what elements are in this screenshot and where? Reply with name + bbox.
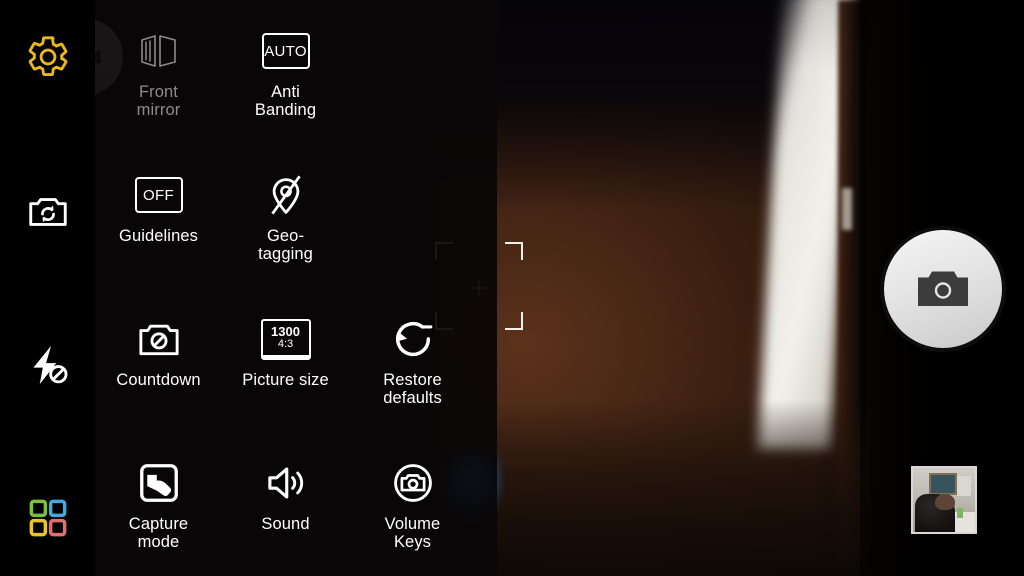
thumbnail-cup	[957, 508, 963, 518]
sound-glyph	[263, 458, 309, 508]
setting-capture-mode[interactable]: Capture mode	[95, 436, 222, 552]
shutter-button[interactable]	[884, 230, 1002, 348]
countdown-off-icon	[138, 324, 179, 356]
label-line-2: mirror	[136, 101, 181, 120]
settings-row-1: Front mirror AUTO Anti Banding	[95, 0, 497, 144]
gear-icon	[28, 36, 68, 77]
label-line-1: Front	[138, 83, 178, 101]
speaker-icon	[267, 467, 303, 499]
setting-label: Countdown	[116, 371, 200, 389]
label-line-1: Volume	[384, 515, 441, 533]
label-line-2: tagging	[258, 245, 313, 264]
gallery-thumbnail-button[interactable]	[911, 466, 977, 534]
geotag-off-icon	[270, 175, 301, 215]
setting-label: Front mirror	[137, 83, 181, 120]
off-box-icon: OFF	[134, 177, 183, 213]
setting-restore-defaults[interactable]: Restore defaults	[349, 292, 476, 408]
restore-defaults-glyph	[390, 314, 436, 364]
picture-size-glyph: 1300 4:3	[260, 314, 311, 364]
front-mirror-glyph	[135, 26, 183, 76]
picture-size-value: 1300	[271, 324, 300, 339]
settings-panel: Front mirror AUTO Anti Banding OFF Guide…	[95, 0, 497, 576]
setting-label: Restore defaults	[383, 371, 442, 408]
camera-icon	[918, 271, 968, 306]
label-line-1: Picture size	[242, 371, 329, 389]
setting-geo-tagging[interactable]: Geo- tagging	[222, 148, 349, 264]
label-line-2: mode	[137, 533, 180, 552]
setting-volume-keys[interactable]: Volume Keys	[349, 436, 476, 552]
anti-banding-glyph: AUTO	[261, 26, 310, 76]
thumbnail-second-screen	[957, 476, 971, 496]
picture-size-ratio: 4:3	[277, 338, 294, 350]
label-line-1: Sound	[261, 515, 310, 533]
label-line-2: Keys	[393, 533, 432, 552]
setting-picture-size[interactable]: 1300 4:3 Picture size	[222, 292, 349, 389]
settings-row-4: Capture mode Sound Volume Keys	[95, 432, 497, 576]
settings-row-3: Countdown 1300 4:3 Picture size Restore …	[95, 288, 497, 432]
modes-button[interactable]	[12, 482, 84, 554]
left-toolbar	[0, 0, 95, 576]
settings-row-2: OFF Guidelines Geo- tagging	[95, 144, 497, 288]
touch-capture-icon	[139, 464, 178, 502]
setting-label: Picture size	[242, 371, 328, 389]
setting-guidelines[interactable]: OFF Guidelines	[95, 148, 222, 245]
label-line-1: Countdown	[116, 371, 201, 389]
geo-tagging-glyph	[264, 170, 308, 220]
setting-anti-banding[interactable]: AUTO Anti Banding	[222, 4, 349, 120]
setting-label: Anti Banding	[255, 83, 316, 120]
label-line-2: Banding	[254, 101, 317, 120]
mirror-icon	[140, 35, 176, 67]
label-line-1: Geo-	[266, 227, 305, 245]
auto-box-icon: AUTO	[261, 33, 310, 69]
volume-keys-camera-icon	[393, 464, 432, 502]
camera-app-screen: Front mirror AUTO Anti Banding OFF Guide…	[0, 0, 1024, 576]
label-line-1: Guidelines	[119, 227, 198, 245]
guidelines-glyph: OFF	[134, 170, 183, 220]
settings-button[interactable]	[12, 21, 84, 93]
setting-label: Capture mode	[129, 515, 188, 552]
setting-label: Volume Keys	[385, 515, 441, 552]
setting-label: Geo- tagging	[258, 227, 313, 264]
off-value: OFF	[143, 186, 174, 204]
label-line-1: Restore	[383, 371, 442, 389]
label-line-1: Anti	[271, 83, 300, 101]
restore-icon	[395, 322, 432, 357]
setting-label: Sound	[261, 515, 309, 533]
countdown-glyph	[136, 314, 182, 364]
setting-front-mirror[interactable]: Front mirror	[95, 4, 222, 120]
camera-switch-icon	[29, 198, 67, 226]
label-line-2: defaults	[383, 389, 442, 408]
label-line-1: Capture	[128, 515, 189, 533]
capture-mode-glyph	[137, 458, 181, 508]
setting-label: Guidelines	[119, 227, 198, 245]
thumbnail-monitor	[929, 473, 957, 495]
picture-size-icon: 1300 4:3	[260, 318, 311, 360]
switch-camera-button[interactable]	[12, 175, 84, 247]
setting-countdown[interactable]: Countdown	[95, 292, 222, 389]
flash-button[interactable]	[12, 329, 84, 401]
flash-off-icon	[33, 345, 68, 385]
volume-keys-glyph	[390, 458, 436, 508]
grid-modes-icon	[29, 499, 67, 537]
thumbnail-person-head	[935, 494, 955, 510]
auto-value: AUTO	[264, 42, 307, 60]
setting-sound[interactable]: Sound	[222, 436, 349, 533]
